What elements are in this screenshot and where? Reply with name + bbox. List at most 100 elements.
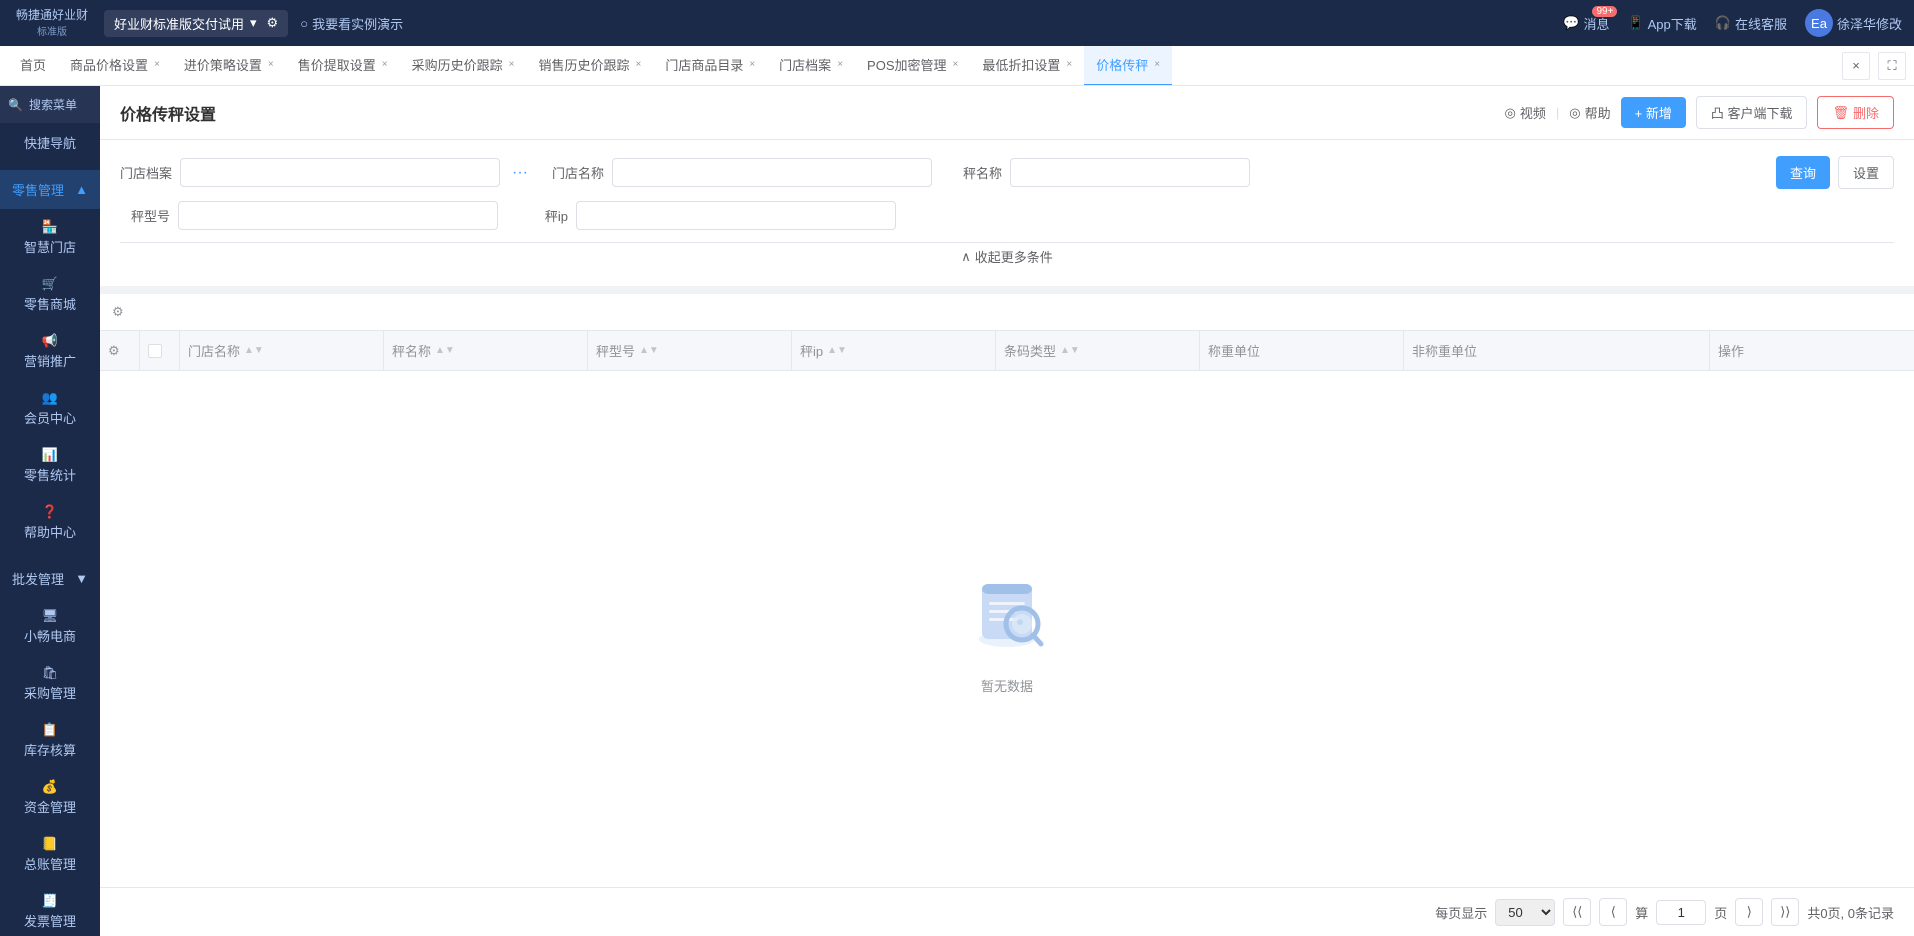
app-download-button[interactable]: 📱 App下载 (1627, 14, 1696, 33)
tab-price-scale[interactable]: 价格传秤 × (1084, 46, 1172, 86)
close-icon[interactable]: × (154, 59, 160, 70)
close-icon[interactable]: × (382, 59, 388, 70)
close-icon[interactable]: × (509, 59, 515, 70)
sidebar-item-marketing[interactable]: 📢 营销推广 (0, 323, 100, 380)
tab-product-price[interactable]: 商品价格设置 × (58, 46, 172, 86)
inventory-icon: 📋 (42, 722, 58, 738)
store-archive-label: 门店档案 (120, 163, 172, 182)
ellipsis-icon[interactable]: ··· (508, 164, 532, 182)
demo-link[interactable]: ○ 我要看实例演示 (300, 14, 403, 33)
online-service-label: 在线客服 (1735, 14, 1787, 33)
select-all-checkbox[interactable] (148, 344, 162, 358)
total-info: 共0页, 0条记录 (1807, 903, 1894, 922)
sidebar-item-retail[interactable]: 零售管理 ▲ (0, 170, 100, 209)
tab-purchase-strategy[interactable]: 进价策略设置 × (172, 46, 286, 86)
sidebar-item-retail-stats[interactable]: 📊 零售统计 (0, 437, 100, 494)
sidebar-item-label: 资金管理 (24, 797, 76, 816)
sidebar-item-wholesale[interactable]: 批发管理 ▼ (0, 559, 100, 598)
scale-model-label: 秤型号 (120, 206, 170, 225)
sidebar-item-finance[interactable]: 💰 资金管理 (0, 769, 100, 826)
scale-name-input[interactable] (1010, 158, 1250, 187)
sidebar-item-ecommerce[interactable]: 🖥 小畅电商 (0, 598, 100, 655)
weight-unit-header: 称重单位 (1208, 341, 1260, 360)
sort-icon[interactable]: ▲▼ (435, 345, 455, 356)
close-icon[interactable]: × (837, 59, 843, 70)
scale-ip-input[interactable] (576, 201, 896, 230)
store-name-header: 门店名称 (188, 341, 240, 360)
delete-button[interactable]: 🗑 删除 (1817, 96, 1894, 129)
sidebar-item-label: 库存核算 (24, 740, 76, 759)
close-icon[interactable]: × (749, 59, 755, 70)
tab-purchase-history[interactable]: 采购历史价跟踪 × (400, 46, 527, 86)
sidebar-item-label: 总账管理 (24, 854, 76, 873)
tab-store-archive[interactable]: 门店档案 × (767, 46, 855, 86)
tab-purchase-strategy-label: 进价策略设置 (184, 55, 262, 74)
video-link[interactable]: ◎ 视频 (1505, 103, 1546, 122)
maximize-button[interactable]: ⛶ (1878, 52, 1906, 80)
sidebar-item-inventory[interactable]: 📋 库存核算 (0, 712, 100, 769)
tab-store-catalog[interactable]: 门店商品目录 × (653, 46, 767, 86)
sidebar-item-invoice[interactable]: 🧾 发票管理 (0, 883, 100, 936)
last-page-button[interactable]: ⟩⟩ (1771, 898, 1799, 926)
sort-icon[interactable]: ▲▼ (244, 345, 264, 356)
user-menu[interactable]: Ea 徐泽华修改 (1805, 9, 1902, 37)
sidebar-item-retail-mall[interactable]: 🛒 零售商城 (0, 266, 100, 323)
member-icon: 👥 (42, 390, 58, 406)
online-service-button[interactable]: 🎧 在线客服 (1715, 14, 1787, 33)
settings-button[interactable]: 设置 (1838, 156, 1894, 189)
close-icon[interactable]: × (953, 59, 959, 70)
close-icon[interactable]: × (1154, 59, 1160, 70)
help-link[interactable]: ◎ 帮助 (1569, 103, 1610, 122)
th-checkbox[interactable] (140, 331, 180, 370)
settings-icon[interactable]: ⚙ (267, 15, 279, 31)
next-page-button[interactable]: ⟩ (1735, 898, 1763, 926)
collapse-button[interactable]: ∧ 收起更多条件 (120, 242, 1894, 270)
scale-model-input[interactable] (178, 201, 498, 230)
tab-sale-price[interactable]: 售价提取设置 × (286, 46, 400, 86)
prev-page-button[interactable]: ⟨ (1599, 898, 1627, 926)
page-input[interactable] (1656, 900, 1706, 925)
first-page-button[interactable]: ⟨⟨ (1563, 898, 1591, 926)
add-button[interactable]: + 新增 (1621, 97, 1686, 128)
per-page-label: 每页显示 (1435, 903, 1487, 922)
filter-store-archive: 门店档案 ··· (120, 158, 532, 187)
top-right: 💬 消息 99+ 📱 App下载 🎧 在线客服 Ea 徐泽华修改 (1563, 9, 1902, 37)
sidebar-item-label: 会员中心 (24, 408, 76, 427)
expand-icon: ▼ (75, 571, 88, 586)
store-name-input[interactable] (612, 158, 932, 187)
close-icon[interactable]: × (1066, 59, 1072, 70)
tab-min-discount[interactable]: 最低折扣设置 × (970, 46, 1084, 86)
version-selector[interactable]: 好业财标准版交付试用 ▾ ⚙ (104, 10, 288, 37)
logo-area: 畅捷通好业财 标准版 (12, 8, 92, 37)
close-icon[interactable]: × (635, 59, 641, 70)
per-page-select[interactable]: 10 20 50 100 (1495, 899, 1555, 926)
version-label: 好业财标准版交付试用 (114, 14, 244, 33)
close-icon[interactable]: × (268, 59, 274, 70)
message-icon: 💬 (1563, 15, 1579, 31)
tab-sale-history[interactable]: 销售历史价跟踪 × (526, 46, 653, 86)
close-window-button[interactable]: × (1842, 52, 1870, 80)
sort-icon[interactable]: ▲▼ (639, 345, 659, 356)
sidebar-search[interactable]: 🔍 搜索菜单 (0, 86, 100, 123)
sidebar-item-help[interactable]: ❓ 帮助中心 (0, 494, 100, 551)
query-button[interactable]: 查询 (1776, 156, 1830, 189)
tab-home[interactable]: 首页 (8, 46, 58, 86)
sidebar-item-purchase[interactable]: 🛍 采购管理 (0, 655, 100, 712)
purchase-icon: 🛍 (42, 665, 59, 681)
sidebar-item-smart-store[interactable]: 🏪 智慧门店 (0, 209, 100, 266)
sidebar-item-ledger[interactable]: 📒 总账管理 (0, 826, 100, 883)
avatar: Ea (1805, 9, 1833, 37)
store-archive-input[interactable] (180, 158, 500, 187)
table-settings-icon[interactable]: ⚙ (112, 304, 124, 320)
user-name: 徐泽华修改 (1837, 14, 1902, 33)
sidebar-item-shortcut[interactable]: 快捷导航 (0, 123, 100, 162)
tab-purchase-history-label: 采购历史价跟踪 (412, 55, 503, 74)
sort-icon[interactable]: ▲▼ (1060, 345, 1080, 356)
operations-header: 操作 (1718, 341, 1744, 360)
sort-icon[interactable]: ▲▼ (827, 345, 847, 356)
download-button[interactable]: 凸 客户端下载 (1696, 96, 1808, 129)
message-button[interactable]: 💬 消息 99+ (1563, 14, 1609, 33)
sidebar-item-member[interactable]: 👥 会员中心 (0, 380, 100, 437)
sidebar: 🔍 搜索菜单 快捷导航 零售管理 ▲ 🏪 智慧门店 🛒 零售商城 📢 营销推广 … (0, 86, 100, 936)
tab-pos[interactable]: POS加密管理 × (855, 46, 970, 86)
